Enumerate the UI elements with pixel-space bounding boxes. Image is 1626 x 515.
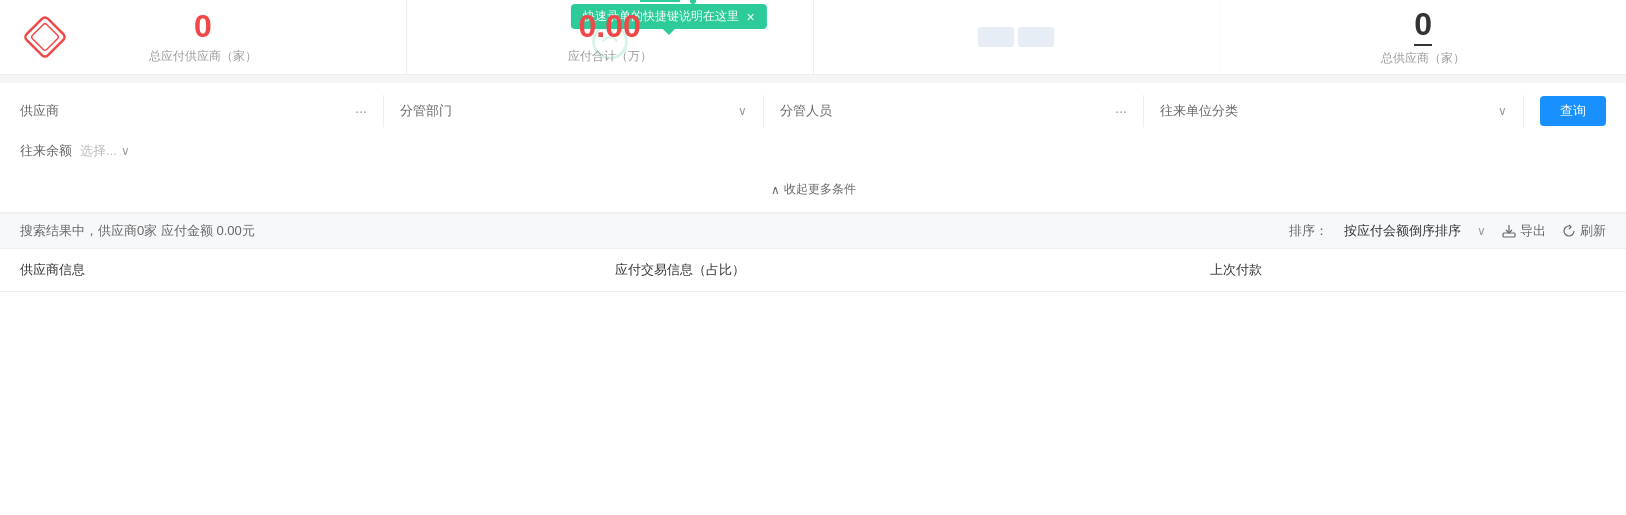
tooltip-close-btn[interactable]: × [747,10,755,24]
department-filter: 分管部门 ∨ [384,95,764,127]
search-button[interactable]: 查询 [1540,96,1606,126]
sort-chevron[interactable]: ∨ [1477,224,1486,238]
payable-suppliers-number: 0 [194,9,212,44]
result-actions: 排序： 按应付会额倒序排序 ∨ 导出 刷新 [1289,222,1606,240]
person-input[interactable] [840,104,1115,119]
result-info: 搜索结果中，供应商0家 应付金额 0.00元 [20,222,255,240]
result-bar: 搜索结果中，供应商0家 应付金额 0.00元 排序： 按应付会额倒序排序 ∨ 导… [0,213,1626,249]
supplier-dots[interactable]: ··· [355,103,367,119]
person-filter: 分管人员 ··· [764,95,1144,127]
filter-area: 供应商 ··· 分管部门 ∨ 分管人员 ··· 往来单位分类 ∨ 查询 往来余额 [0,83,1626,213]
balance-label: 往来余额 [20,142,72,160]
refresh-icon [1562,224,1576,238]
payable-total-number: 0.00 [578,9,640,44]
filter-row-1: 供应商 ··· 分管部门 ∨ 分管人员 ··· 往来单位分类 ∨ 查询 [20,95,1606,127]
export-btn[interactable]: 导出 [1502,222,1546,240]
placeholder-stat [814,0,1221,74]
collapse-label: 收起更多条件 [784,181,856,198]
total-suppliers-label: 总供应商（家） [1381,50,1465,67]
tooltip-wrapper: 快速录单的快捷键说明在这里 × [640,0,698,6]
sort-label: 排序： [1289,222,1328,240]
unit-label: 往来单位分类 [1160,102,1238,120]
balance-chevron[interactable]: ∨ [121,144,130,158]
refresh-label: 刷新 [1580,222,1606,240]
balance-placeholder: 选择... [80,142,117,160]
export-icon [1502,224,1516,238]
person-dots[interactable]: ··· [1115,103,1127,119]
payable-total-stat: 0.00 应付合计（万） 快速录单的快捷键说明在这里 × [407,0,814,74]
balance-filter: 往来余额 选择... ∨ [20,135,300,167]
unit-filter: 往来单位分类 ∨ [1144,95,1524,127]
tooltip-line [640,0,680,2]
col-transaction-info: 应付交易信息（占比） [615,261,1210,279]
collapse-icon: ∧ [771,183,780,197]
collapse-bar[interactable]: ∧ 收起更多条件 [20,175,1606,204]
department-chevron[interactable]: ∨ [738,104,747,118]
diamond-icon [20,12,70,62]
export-label: 导出 [1520,222,1546,240]
unit-input[interactable] [1246,104,1498,119]
unit-chevron[interactable]: ∨ [1498,104,1507,118]
col-supplier-info: 供应商信息 [20,261,615,279]
department-input[interactable] [460,104,738,119]
payable-suppliers-stat: 0 总应付供应商（家） [0,0,407,74]
table-header: 供应商信息 应付交易信息（占比） 上次付款 [0,249,1626,292]
payable-suppliers-label: 总应付供应商（家） [149,48,257,65]
total-suppliers-stat: 0 总供应商（家） [1220,0,1626,74]
table-body [0,292,1626,515]
supplier-filter: 供应商 ··· [20,95,384,127]
supplier-label: 供应商 [20,102,59,120]
refresh-btn[interactable]: 刷新 [1562,222,1606,240]
payable-total-label: 应付合计（万） [568,48,652,65]
sort-value[interactable]: 按应付会额倒序排序 [1344,222,1461,240]
balance-select-wrap[interactable]: 选择... ∨ [80,142,284,160]
supplier-input[interactable] [67,104,355,119]
total-suppliers-number: 0 [1414,7,1432,46]
department-label: 分管部门 [400,102,452,120]
svg-rect-0 [24,16,66,58]
col-last-payment: 上次付款 [1210,261,1607,279]
person-label: 分管人员 [780,102,832,120]
filter-row-2: 往来余额 选择... ∨ [20,135,1606,167]
